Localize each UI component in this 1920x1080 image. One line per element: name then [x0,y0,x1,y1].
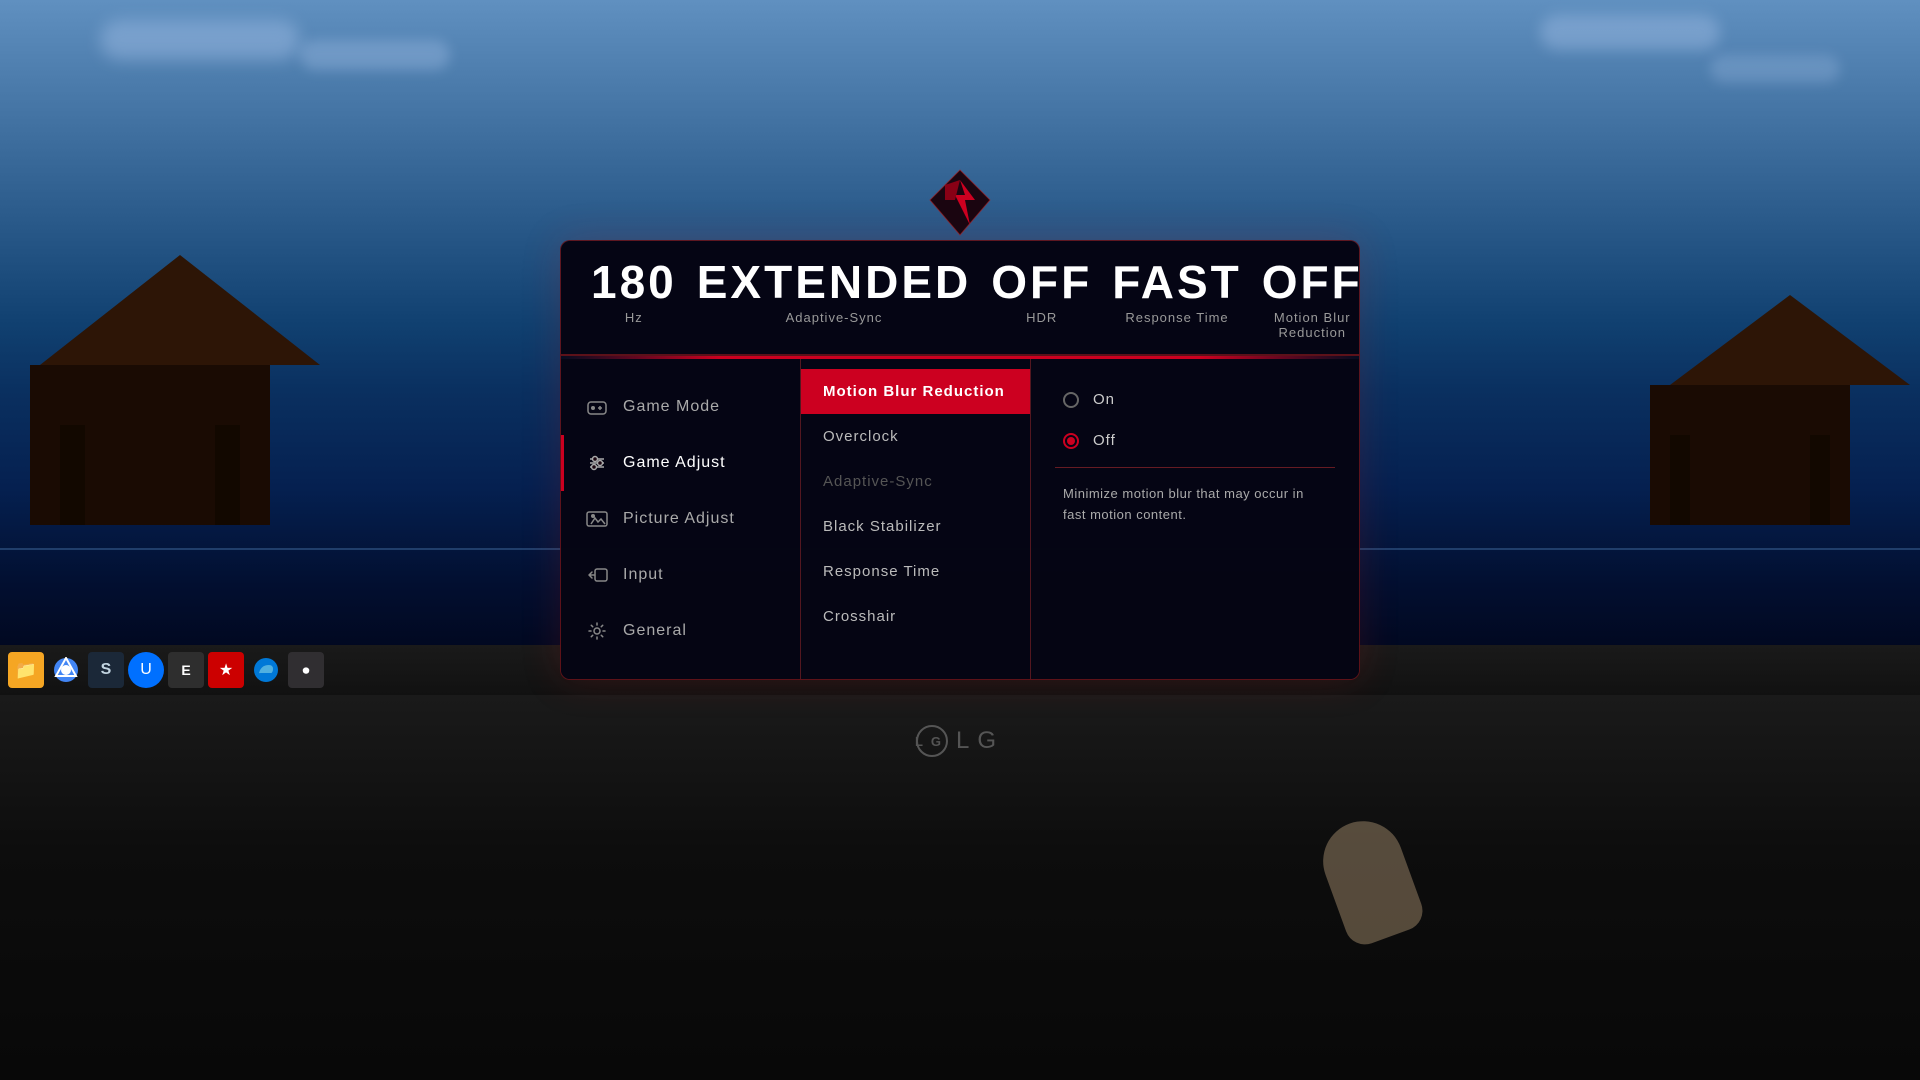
lg-ultragear-logo [920,165,1000,240]
osd-outer-panel: 180 Hz EXTENDED Adaptive-Sync OFF HDR FA… [560,240,1360,680]
stat-motion-blur: OFF Motion Blur Reduction [1262,259,1360,340]
taskbar-icon-chrome[interactable] [48,652,84,688]
submenu-panel: Motion Blur Reduction Overclock Adaptive… [801,359,1031,679]
option-label-on: On [1093,391,1115,408]
picture-adjust-icon [585,507,609,531]
nav-label-input: Input [623,566,664,584]
refresh-rate-value: 180 [591,259,677,305]
response-time-value: FAST [1112,259,1242,305]
nav-item-picture-adjust[interactable]: Picture Adjust [561,491,800,547]
submenu-label-black-stabilizer: Black Stabilizer [823,518,942,535]
hand-decorative [1270,820,1470,1020]
stat-response-time: FAST Response Time [1112,259,1242,340]
response-time-label: Response Time [1112,310,1242,325]
radio-on[interactable] [1063,392,1079,408]
option-row-off[interactable]: Off [1055,420,1335,461]
option-label-off: Off [1093,432,1116,449]
taskbar-icon-rockstar[interactable]: ★ [208,652,244,688]
nav-label-picture-adjust: Picture Adjust [623,510,735,528]
stat-adaptive-sync: EXTENDED Adaptive-Sync [697,259,971,340]
nav-item-input[interactable]: Input [561,547,800,603]
nav-label-general: General [623,622,687,640]
osd-menu: 180 Hz EXTENDED Adaptive-Sync OFF HDR FA… [560,165,1360,680]
stat-refresh-rate: 180 Hz [591,259,677,340]
submenu-item-adaptive-sync: Adaptive-Sync [801,459,1030,504]
osd-body: Game Mode Game Adjust [561,359,1359,679]
submenu-label-crosshair: Crosshair [823,608,896,625]
option-description: Minimize motion blur that may occur in f… [1055,474,1335,536]
option-divider [1055,467,1335,468]
general-icon [585,619,609,643]
motion-blur-value: OFF [1262,259,1360,305]
taskbar-icon-steam[interactable]: S [88,652,124,688]
submenu-item-motion-blur[interactable]: Motion Blur Reduction [801,369,1030,414]
submenu-item-black-stabilizer[interactable]: Black Stabilizer [801,504,1030,549]
taskbar-icon-obs[interactable]: ⏺ [288,652,324,688]
taskbar-icon-edge[interactable] [248,652,284,688]
submenu-label-motion-blur: Motion Blur Reduction [823,383,1005,400]
brand-logo-area [560,165,1360,240]
submenu-item-overclock[interactable]: Overclock [801,414,1030,459]
nav-item-game-mode[interactable]: Game Mode [561,379,800,435]
input-icon [585,563,609,587]
game-adjust-icon [585,451,609,475]
hdr-value: OFF [991,259,1092,305]
submenu-label-adaptive-sync: Adaptive-Sync [823,473,933,490]
hdr-label: HDR [991,310,1092,325]
nav-label-game-mode: Game Mode [623,398,720,416]
lg-logo: LG LG [916,725,1004,757]
submenu-label-response-time: Response Time [823,563,940,580]
nav-panel: Game Mode Game Adjust [561,359,801,679]
nav-label-game-adjust: Game Adjust [623,454,726,472]
submenu-label-overclock: Overclock [823,428,899,445]
submenu-item-crosshair[interactable]: Crosshair [801,594,1030,639]
nav-item-general[interactable]: General [561,603,800,659]
lg-text: LG [956,727,1004,755]
lg-circle: LG [916,725,948,757]
option-row-on[interactable]: On [1055,379,1335,420]
monitor-bezel: LG LG [0,695,1920,1080]
value-panel: On Off Minimize motion blur that may occ… [1031,359,1359,679]
taskbar-icon-file-explorer[interactable]: 📁 [8,652,44,688]
osd-header: 180 Hz EXTENDED Adaptive-Sync OFF HDR FA… [561,241,1359,356]
adaptive-sync-value: EXTENDED [697,259,971,305]
stat-hdr: OFF HDR [991,259,1092,340]
game-mode-icon [585,395,609,419]
taskbar-icon-epic[interactable]: E [168,652,204,688]
taskbar-icon-ubisoft[interactable]: U [128,652,164,688]
adaptive-sync-label: Adaptive-Sync [697,310,971,325]
refresh-rate-label: Hz [591,310,677,325]
submenu-item-response-time[interactable]: Response Time [801,549,1030,594]
motion-blur-label: Motion Blur Reduction [1262,310,1360,340]
nav-item-game-adjust[interactable]: Game Adjust [561,435,800,491]
radio-off[interactable] [1063,433,1079,449]
